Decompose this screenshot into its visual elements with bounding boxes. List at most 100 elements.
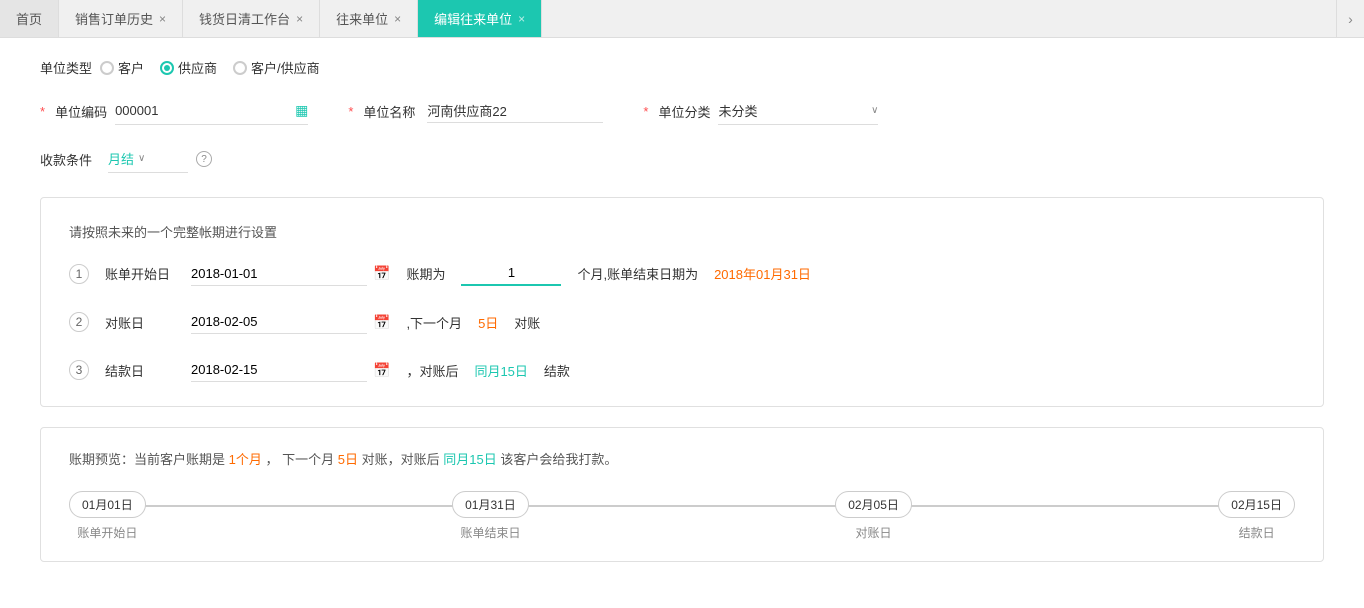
radio-customer-supplier-circle (233, 61, 247, 75)
row-label-1: 账单开始日 (105, 264, 175, 283)
unit-code-input-wrap: ▦ (115, 97, 308, 125)
period-value-input[interactable] (461, 261, 561, 286)
row3-suffix-after: 结款 (544, 361, 570, 380)
row-num-1: 1 (69, 264, 89, 284)
timeline-label-2: 账单结束日 (460, 524, 520, 541)
unit-category-item: * 单位分类 未分类 ∨ (643, 97, 878, 125)
preview-section: 账期预览：当前客户账期是 1个月 ， 下一个月 5日 对账，对账后 同月15日 … (40, 427, 1324, 562)
unit-name-input[interactable] (427, 99, 603, 123)
radio-supplier-label: 供应商 (178, 58, 217, 77)
tab-home-label: 首页 (16, 9, 42, 28)
preview-text: 账期预览：当前客户账期是 1个月 ， 下一个月 5日 对账，对账后 同月15日 … (69, 448, 1295, 471)
row-num-3: 3 (69, 360, 89, 380)
tab-home[interactable]: 首页 (0, 0, 59, 37)
tab-partner-close[interactable]: × (394, 12, 401, 26)
radio-customer[interactable]: 客户 (100, 58, 144, 77)
row2-suffix-after: 对账 (514, 313, 540, 332)
preview-ending: 该客户会给我打款。 (500, 452, 617, 467)
unit-name-star: * (348, 104, 353, 119)
payment-terms-chevron: ∨ (138, 153, 145, 164)
unit-category-chevron: ∨ (871, 105, 878, 116)
payment-terms-item: 收款条件 月结 ∨ ? (40, 145, 212, 173)
radio-supplier[interactable]: 供应商 (160, 58, 217, 77)
row3-suffix-before: ，对账后 (406, 361, 458, 380)
unit-category-select[interactable]: 未分类 ∨ (718, 97, 878, 125)
tab-bar: 首页 销售订单历史 × 钱货日清工作台 × 往来单位 × 编辑往来单位 × › (0, 0, 1364, 38)
row-num-2: 2 (69, 312, 89, 332)
timeline-point-3: 02月05日 对账日 (835, 491, 912, 541)
row2-suffix-highlight: 5日 (478, 313, 498, 332)
date-input-2[interactable] (191, 310, 367, 334)
unit-name-label: 单位名称 (363, 102, 415, 121)
unit-type-row: 单位类型 客户 供应商 客户/供应商 (40, 58, 1324, 77)
unit-info-row: * 单位编码 ▦ * 单位名称 * 单位分类 未分类 ∨ (40, 97, 1324, 125)
unit-type-radio-group: 客户 供应商 客户/供应商 (100, 58, 320, 77)
date-icon-3[interactable]: 📅 (373, 362, 390, 379)
row2-suffix-before: ,下一个月 (406, 313, 462, 332)
row-label-2: 对账日 (105, 313, 175, 332)
main-content: 单位类型 客户 供应商 客户/供应商 * 单位编码 (0, 38, 1364, 608)
row3-suffix-highlight: 同月15日 (474, 361, 527, 380)
preview-1month: 1个月 (229, 452, 262, 467)
payment-terms-value: 月结 (108, 149, 134, 168)
radio-customer-supplier[interactable]: 客户/供应商 (233, 58, 320, 77)
period-suffix-1: 个月,账单结束日期为 (577, 264, 698, 283)
date-icon-1[interactable]: 📅 (373, 265, 390, 282)
radio-customer-supplier-label: 客户/供应商 (251, 58, 320, 77)
timeline-point-2: 01月31日 账单结束日 (452, 491, 529, 541)
unit-type-item: 单位类型 客户 供应商 客户/供应商 (40, 58, 320, 77)
tab-edit-partner[interactable]: 编辑往来单位 × (418, 0, 542, 37)
tab-cash-reconciliation[interactable]: 钱货日清工作台 × (183, 0, 320, 37)
timeline-point-4: 02月15日 结款日 (1218, 491, 1295, 541)
unit-code-input[interactable] (115, 99, 291, 122)
setting-row-3: 3 结款日 📅 ，对账后 同月15日 结款 (69, 358, 1295, 382)
tab-more-button[interactable]: › (1336, 0, 1364, 37)
settings-section: 请按照未来的一个完整帐期进行设置 1 账单开始日 📅 账期为 个月,账单结束日期… (40, 197, 1324, 407)
timeline-label-1: 账单开始日 (77, 524, 137, 541)
period-prefix-1: 账期为 (406, 264, 445, 283)
timeline-pill-4: 02月15日 (1218, 491, 1295, 518)
date-input-3[interactable] (191, 358, 367, 382)
payment-terms-label: 收款条件 (40, 150, 92, 169)
timeline-container: 01月01日 账单开始日 01月31日 账单结束日 02月05日 对账日 02月… (69, 491, 1295, 541)
tab-sales-order-close[interactable]: × (159, 12, 166, 26)
tab-cash-label: 钱货日清工作台 (199, 9, 290, 28)
tab-sales-order[interactable]: 销售订单历史 × (59, 0, 183, 37)
setting-row-1: 1 账单开始日 📅 账期为 个月,账单结束日期为 2018年01月31日 (69, 261, 1295, 286)
preview-next-month: 下一个月 (282, 452, 334, 467)
section-title: 请按照未来的一个完整帐期进行设置 (69, 222, 1295, 241)
unit-code-icon[interactable]: ▦ (295, 102, 308, 119)
date-input-wrap-3: 📅 (191, 358, 390, 382)
tab-edit-close[interactable]: × (518, 12, 525, 26)
help-icon[interactable]: ? (196, 151, 212, 167)
row-label-3: 结款日 (105, 361, 175, 380)
timeline-label-4: 结款日 (1239, 524, 1275, 541)
tab-cash-close[interactable]: × (296, 12, 303, 26)
radio-supplier-circle (160, 61, 174, 75)
unit-category-star: * (643, 104, 648, 119)
tab-partner-units[interactable]: 往来单位 × (320, 0, 418, 37)
preview-5th: 5日 (338, 452, 358, 467)
unit-category-value: 未分类 (718, 101, 757, 120)
date-input-1[interactable] (191, 262, 367, 286)
tab-partner-label: 往来单位 (336, 9, 388, 28)
unit-name-item: * 单位名称 (348, 99, 603, 123)
preview-prefix: 账期预览：当前客户账期是 (69, 452, 225, 467)
tab-edit-label: 编辑往来单位 (434, 9, 512, 28)
preview-same-15: 同月15日 (443, 452, 496, 467)
unit-code-star: * (40, 104, 45, 119)
payment-terms-select[interactable]: 月结 ∨ (108, 145, 188, 173)
timeline-pill-2: 01月31日 (452, 491, 529, 518)
unit-type-label: 单位类型 (40, 58, 92, 77)
date-input-wrap-1: 📅 (191, 262, 390, 286)
timeline-pill-1: 01月01日 (69, 491, 146, 518)
date-input-wrap-2: 📅 (191, 310, 390, 334)
timeline-point-1: 01月01日 账单开始日 (69, 491, 146, 541)
unit-code-item: * 单位编码 ▦ (40, 97, 308, 125)
timeline-pill-3: 02月05日 (835, 491, 912, 518)
preview-duizhang: 对账，对账后 (362, 452, 440, 467)
date-icon-2[interactable]: 📅 (373, 314, 390, 331)
setting-row-2: 2 对账日 📅 ,下一个月 5日 对账 (69, 310, 1295, 334)
payment-terms-row: 收款条件 月结 ∨ ? (40, 145, 1324, 173)
timeline-label-3: 对账日 (856, 524, 892, 541)
